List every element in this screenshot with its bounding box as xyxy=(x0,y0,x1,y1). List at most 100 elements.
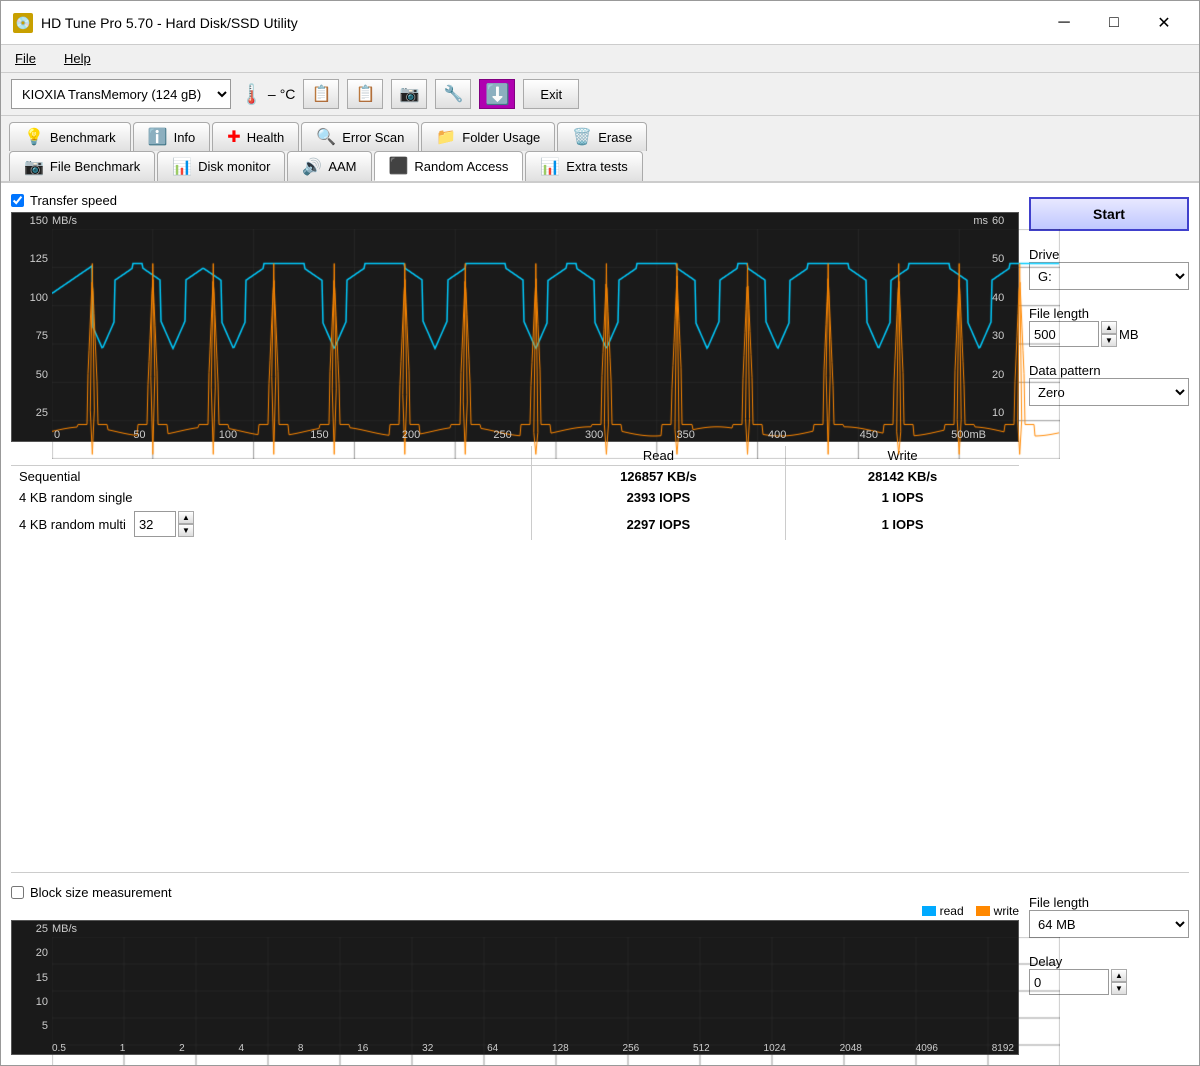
transfer-speed-checkbox[interactable] xyxy=(11,194,24,207)
4kb-multi-write: 1 IOPS xyxy=(786,508,1019,540)
bottom-file-length-dropdown[interactable]: 64 MB 128 MB 256 MB xyxy=(1029,910,1189,938)
random-access-icon: ⬛ xyxy=(389,156,409,176)
tab-benchmark[interactable]: 💡 Benchmark xyxy=(9,122,131,151)
block-size-row: Block size measurement xyxy=(11,885,1019,900)
legend-write-dot xyxy=(976,906,990,916)
file-length-spin-down[interactable]: ▼ xyxy=(1101,334,1117,347)
menu-help[interactable]: Help xyxy=(58,49,97,68)
bottom-chart-y-labels: 25 20 15 10 5 xyxy=(12,921,52,1034)
tab-aam-label: AAM xyxy=(328,159,356,174)
legend-write: write xyxy=(976,904,1019,918)
queue-spin-buttons: ▲ ▼ xyxy=(178,511,194,537)
close-button[interactable]: ✕ xyxy=(1141,8,1187,38)
title-bar: 💿 HD Tune Pro 5.70 - Hard Disk/SSD Utili… xyxy=(1,1,1199,45)
tab-aam[interactable]: 🔊 AAM xyxy=(287,151,371,181)
legend-read-label: read xyxy=(940,904,964,918)
tab-file-benchmark[interactable]: 📷 File Benchmark xyxy=(9,151,155,181)
health-icon: ✚ xyxy=(227,127,240,147)
download-btn[interactable]: ⬇️ xyxy=(479,79,515,109)
sequential-write: 28142 KB/s xyxy=(786,466,1019,488)
sequential-read: 126857 KB/s xyxy=(531,466,785,488)
main-window: 💿 HD Tune Pro 5.70 - Hard Disk/SSD Utili… xyxy=(0,0,1200,1066)
tab-error-scan[interactable]: 🔍 Error Scan xyxy=(301,122,419,151)
tab-health-label: Health xyxy=(247,130,285,145)
4kb-single-write: 1 IOPS xyxy=(786,487,1019,508)
copy-btn-2[interactable]: 📋 xyxy=(347,79,383,109)
tab-extra-tests[interactable]: 📊 Extra tests xyxy=(525,151,642,181)
stats-table: Read Write Sequential 126857 KB/s 28142 … xyxy=(11,446,1019,540)
tab-info-label: Info xyxy=(174,130,196,145)
delay-spin-up[interactable]: ▲ xyxy=(1111,969,1127,982)
aam-icon: 🔊 xyxy=(302,157,322,177)
temperature-display: 🌡️ – °C xyxy=(239,82,295,107)
temp-value: – xyxy=(268,86,276,102)
bottom-chart-area: Block size measurement read write MB/s xyxy=(11,885,1019,1055)
bottom-file-length-section: File length 64 MB 128 MB 256 MB xyxy=(1029,889,1189,938)
minimize-button[interactable]: ─ xyxy=(1041,8,1087,38)
error-scan-icon: 🔍 xyxy=(316,127,336,147)
file-length-spin: ▲ ▼ xyxy=(1101,321,1117,347)
tab-disk-monitor-label: Disk monitor xyxy=(198,159,270,174)
tab-erase[interactable]: 🗑️ Erase xyxy=(557,122,647,151)
queue-spin-up[interactable]: ▲ xyxy=(178,511,194,524)
queue-spin-down[interactable]: ▼ xyxy=(178,524,194,537)
thermometer-icon: 🌡️ xyxy=(239,82,264,107)
section-divider xyxy=(11,872,1189,873)
tab-info[interactable]: ℹ️ Info xyxy=(133,122,211,151)
4kb-multi-label: 4 KB random multi ▲ ▼ xyxy=(11,508,531,540)
title-controls: ─ □ ✕ xyxy=(1041,8,1187,38)
transfer-speed-label: Transfer speed xyxy=(30,193,117,208)
main-layout: Transfer speed MB/s ms 150 125 100 75 50… xyxy=(11,193,1189,860)
file-length-spin-up[interactable]: ▲ xyxy=(1101,321,1117,334)
tab-health[interactable]: ✚ Health xyxy=(212,122,299,151)
tab-disk-monitor[interactable]: 📊 Disk monitor xyxy=(157,151,285,181)
exit-button[interactable]: Exit xyxy=(523,79,579,109)
queue-depth-input[interactable] xyxy=(134,511,176,537)
tab-benchmark-label: Benchmark xyxy=(50,130,116,145)
disk-monitor-icon: 📊 xyxy=(172,157,192,177)
maximize-button[interactable]: □ xyxy=(1091,8,1137,38)
content-area: Transfer speed MB/s ms 150 125 100 75 50… xyxy=(1,183,1199,1065)
window-title: HD Tune Pro 5.70 - Hard Disk/SSD Utility xyxy=(41,15,298,31)
bottom-chart-container: MB/s 25 20 15 10 5 0.5 1 2 4 8 xyxy=(11,920,1019,1055)
extra-tests-icon: 📊 xyxy=(540,157,560,177)
info-icon: ℹ️ xyxy=(148,127,168,147)
app-icon: 💿 xyxy=(13,13,33,33)
menu-bar: File Help xyxy=(1,45,1199,73)
chart-x-labels: 0 50 100 150 200 250 300 350 400 450 500… xyxy=(52,429,988,441)
transfer-speed-row: Transfer speed xyxy=(11,193,1019,208)
4kb-single-label: 4 KB random single xyxy=(11,487,531,508)
tab-folder-usage-label: Folder Usage xyxy=(462,130,540,145)
tab-file-benchmark-label: File Benchmark xyxy=(50,159,140,174)
tab-random-access[interactable]: ⬛ Random Access xyxy=(374,151,524,181)
start-button[interactable]: Start xyxy=(1029,197,1189,231)
block-size-checkbox[interactable] xyxy=(11,886,24,899)
benchmark-icon: 💡 xyxy=(24,127,44,147)
chart-unit-right: ms xyxy=(973,215,988,227)
file-benchmark-icon: 📷 xyxy=(24,157,44,177)
tab-random-access-label: Random Access xyxy=(414,159,508,174)
4kb-multi-read: 2297 IOPS xyxy=(531,508,785,540)
multi-queue-input[interactable]: ▲ ▼ xyxy=(134,511,194,537)
menu-file[interactable]: File xyxy=(9,49,42,68)
legend-read-dot xyxy=(922,906,936,916)
settings-btn[interactable]: 🔧 xyxy=(435,79,471,109)
temp-unit: °C xyxy=(280,86,296,102)
tab-folder-usage[interactable]: 📁 Folder Usage xyxy=(421,122,555,151)
delay-spin-down[interactable]: ▼ xyxy=(1111,982,1127,995)
bottom-chart-unit-left: MB/s xyxy=(52,923,77,935)
camera-btn[interactable]: 📷 xyxy=(391,79,427,109)
legend-write-label: write xyxy=(994,904,1019,918)
drive-selector[interactable]: KIOXIA TransMemory (124 gB) xyxy=(11,79,231,109)
bottom-file-length-label: File length xyxy=(1029,895,1189,910)
file-length-unit: MB xyxy=(1119,327,1139,342)
table-row: 4 KB random single 2393 IOPS 1 IOPS xyxy=(11,487,1019,508)
main-chart-canvas xyxy=(52,229,1060,459)
copy-btn-1[interactable]: 📋 xyxy=(303,79,339,109)
table-row: 4 KB random multi ▲ ▼ xyxy=(11,508,1019,540)
title-bar-left: 💿 HD Tune Pro 5.70 - Hard Disk/SSD Utili… xyxy=(13,13,298,33)
tab-extra-tests-label: Extra tests xyxy=(566,159,627,174)
chart-y-labels-left: 150 125 100 75 50 25 xyxy=(12,213,52,421)
chart-section: Transfer speed MB/s ms 150 125 100 75 50… xyxy=(11,193,1019,860)
bottom-chart-x-labels: 0.5 1 2 4 8 16 32 64 128 256 512 1024 20… xyxy=(52,1043,1014,1054)
